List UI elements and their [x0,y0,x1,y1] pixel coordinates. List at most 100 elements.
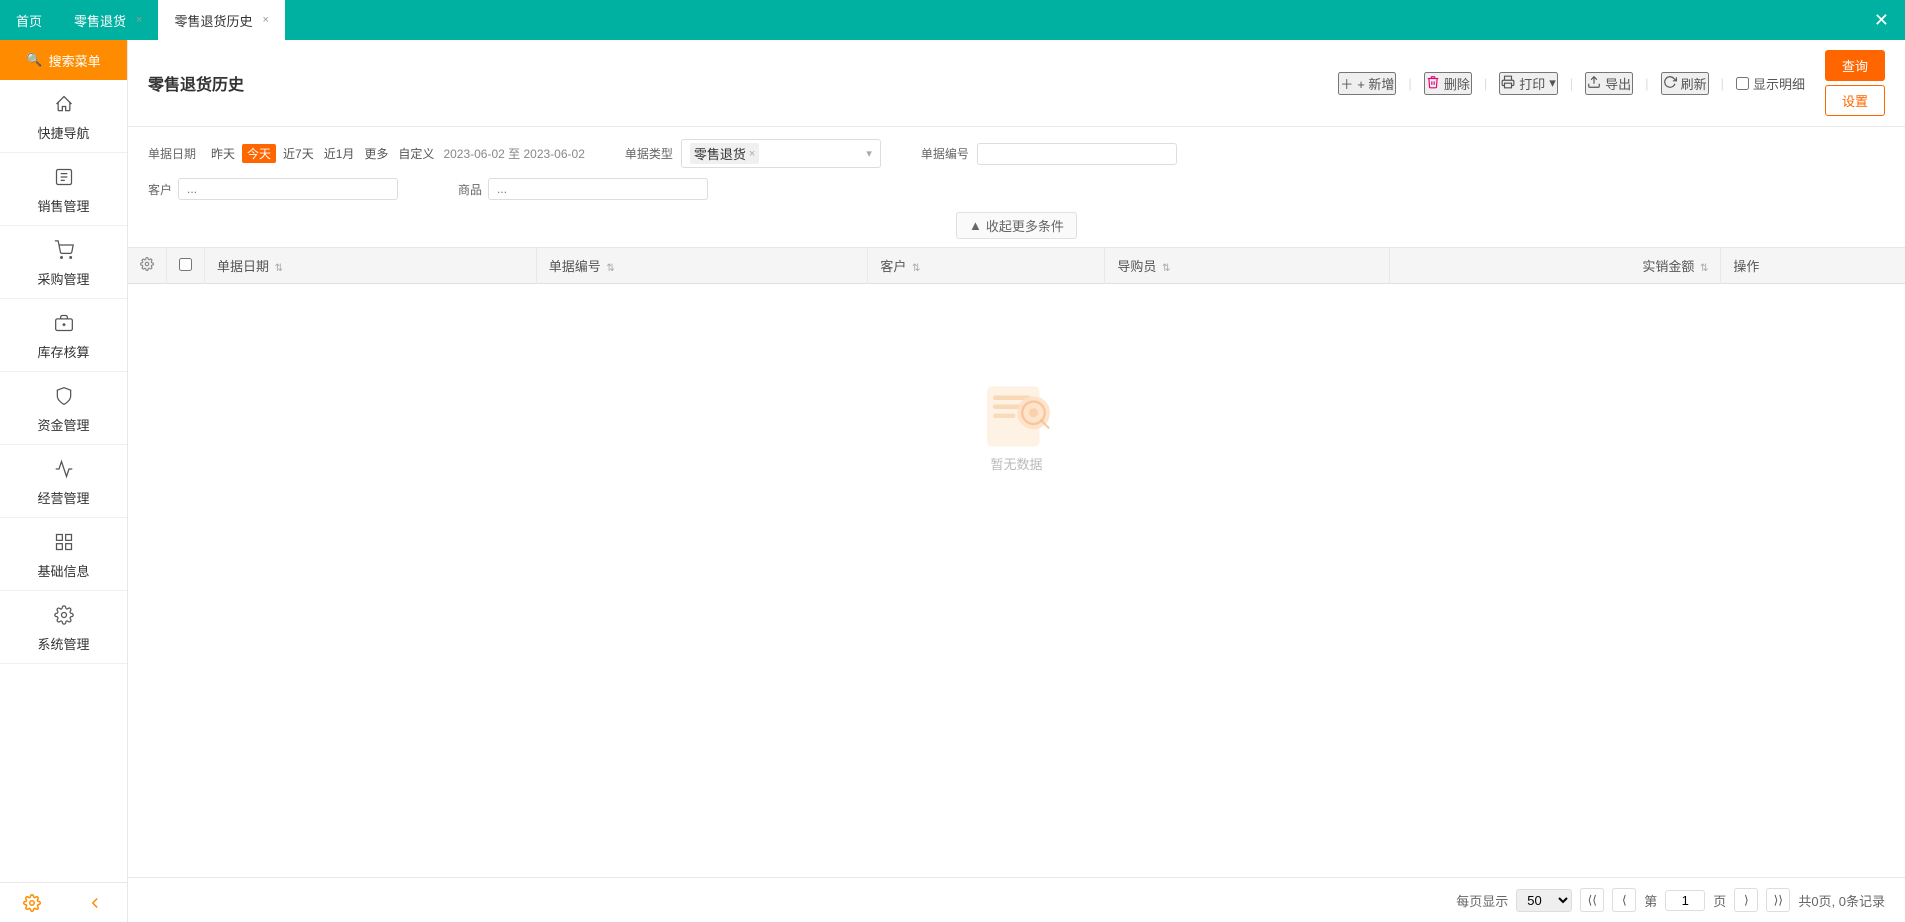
refresh-label: 刷新 [1681,74,1707,93]
type-select[interactable]: 零售退货 × ▾ [681,139,881,168]
print-arrow[interactable]: ▾ [1549,75,1556,91]
date-options: 昨天 今天 近7天 近1月 更多 自定义 [208,144,437,163]
product-filter: 商品 [458,178,708,200]
collapse-button[interactable]: ▲ 收起更多条件 [956,212,1077,239]
sidebar-item-basic-info[interactable]: 基础信息 [0,518,127,591]
page-label: 第 [1644,891,1657,910]
date-7days[interactable]: 近7天 [280,144,317,163]
data-table: 单据日期 ⇅ 单据编号 ⇅ 客户 ⇅ 导购员 ⇅ [128,248,1905,553]
collapse-label: 收起更多条件 [986,216,1064,235]
th-actions: 操作 [1721,248,1905,284]
th-customer[interactable]: 客户 ⇅ [868,248,1105,284]
sidebar-item-system-label: 系统管理 [37,634,89,653]
product-input[interactable] [488,178,708,200]
home-icon [54,94,74,119]
query-button[interactable]: 查询 [1825,50,1885,81]
main-layout: 🔍 搜索菜单 快捷导航 销售管理 采购管理 库存核算 [0,40,1905,922]
sidebar-item-purchase-mgmt[interactable]: 采购管理 [0,226,127,299]
export-button[interactable]: 导出 [1585,72,1633,95]
print-button[interactable]: 打印 ▾ [1499,72,1558,95]
th-setting[interactable] [128,248,167,284]
tab-retail-return-history-close[interactable]: × [262,14,268,26]
delete-icon [1426,75,1440,92]
empty-illustration [972,364,1062,454]
date-range-value: 2023-06-02 至 2023-06-02 [443,145,584,162]
sort-amount-icon: ⇅ [1700,263,1708,274]
last-page-button[interactable]: ⟩⟩ [1766,888,1790,912]
th-checkbox[interactable] [167,248,205,284]
show-details-checkbox-wrap[interactable]: 显示明细 [1736,74,1805,93]
type-filter-label: 单据类型 [625,145,673,162]
empty-text: 暂无数据 [990,454,1042,473]
purchase-icon [54,240,74,265]
sidebar-collapse-button[interactable] [64,883,128,922]
th-date[interactable]: 单据日期 ⇅ [205,248,537,284]
type-filter-wrap: 单据类型 零售退货 × ▾ [625,139,881,168]
search-icon: 🔍 [26,52,42,68]
th-actions-label: 操作 [1733,259,1759,274]
voucher-filter-wrap: 单据编号 [921,143,1177,165]
finance-icon [54,386,74,411]
sort-date-icon: ⇅ [275,263,283,274]
show-details-checkbox[interactable] [1736,77,1749,90]
top-bar: 首页 零售退货 × 零售退货历史 × ✕ [0,0,1905,40]
type-tag-close[interactable]: × [749,148,755,160]
page-suffix: 页 [1713,891,1726,910]
tab-retail-return[interactable]: 零售退货 × [58,0,158,40]
sidebar-item-quick-nav-label: 快捷导航 [37,123,89,142]
sidebar-item-system-mgmt[interactable]: 系统管理 [0,591,127,664]
customer-input[interactable] [178,178,398,200]
voucher-input[interactable] [977,143,1177,165]
th-date-label: 单据日期 [217,259,269,274]
divider1: | [1408,76,1411,91]
window-close-button[interactable]: ✕ [1858,10,1905,31]
export-label: 导出 [1605,74,1631,93]
select-all-checkbox[interactable] [179,258,192,271]
sidebar-search-button[interactable]: 🔍 搜索菜单 [0,40,127,80]
page-input[interactable] [1665,890,1705,911]
next-page-button[interactable]: ⟩ [1734,888,1758,912]
delete-label: 删除 [1444,74,1470,93]
prev-page-button[interactable]: ⟨ [1612,888,1636,912]
new-button[interactable]: ＋ + 新增 [1338,72,1396,95]
divider3: | [1570,76,1573,91]
total-text: 共0页, 0条记录 [1798,891,1885,910]
date-1month[interactable]: 近1月 [321,144,358,163]
th-guide[interactable]: 导购员 ⇅ [1105,248,1389,284]
customer-label: 客户 [148,181,172,198]
basic-info-icon [54,532,74,557]
first-page-button[interactable]: ⟨⟨ [1580,888,1604,912]
sidebar-item-finance[interactable]: 资金管理 [0,372,127,445]
inventory-icon [54,313,74,338]
date-today[interactable]: 今天 [242,144,276,163]
sidebar-item-sales-mgmt[interactable]: 销售管理 [0,153,127,226]
header-actions: ＋ + 新增 | 删除 | 打印 ▾ | [1338,50,1885,116]
print-icon [1501,75,1515,92]
collapse-wrap: ▲ 收起更多条件 [148,208,1885,239]
tab-retail-return-history[interactable]: 零售退货历史 × [158,0,284,40]
th-voucher-no[interactable]: 单据编号 ⇅ [536,248,868,284]
sort-customer-icon: ⇅ [912,263,920,274]
new-label: + 新增 [1357,74,1394,93]
th-voucher-label: 单据编号 [549,259,601,274]
tab-retail-return-close[interactable]: × [136,14,142,26]
sidebar-item-basic-info-label: 基础信息 [37,561,89,580]
tab-home[interactable]: 首页 [0,0,58,40]
date-yesterday[interactable]: 昨天 [208,144,238,163]
date-more[interactable]: 更多 [361,144,391,163]
sidebar-item-purchase-label: 采购管理 [37,269,89,288]
refresh-button[interactable]: 刷新 [1661,72,1709,95]
date-custom[interactable]: 自定义 [395,144,437,163]
sidebar-item-inventory[interactable]: 库存核算 [0,299,127,372]
sidebar-item-quick-nav[interactable]: 快捷导航 [0,80,127,153]
setting-button[interactable]: 设置 [1825,85,1885,116]
sidebar-item-operations[interactable]: 经营管理 [0,445,127,518]
per-page-select[interactable]: 50 10 20 100 [1516,889,1572,912]
divider5: | [1721,76,1724,91]
sidebar-settings-button[interactable] [0,883,64,922]
th-amount[interactable]: 实销金额 ⇅ [1389,248,1721,284]
content-area: 零售退货历史 ＋ + 新增 | 删除 | 打 [128,40,1905,922]
delete-button[interactable]: 删除 [1424,72,1472,95]
new-icon: ＋ [1340,74,1353,93]
refresh-icon [1663,75,1677,92]
